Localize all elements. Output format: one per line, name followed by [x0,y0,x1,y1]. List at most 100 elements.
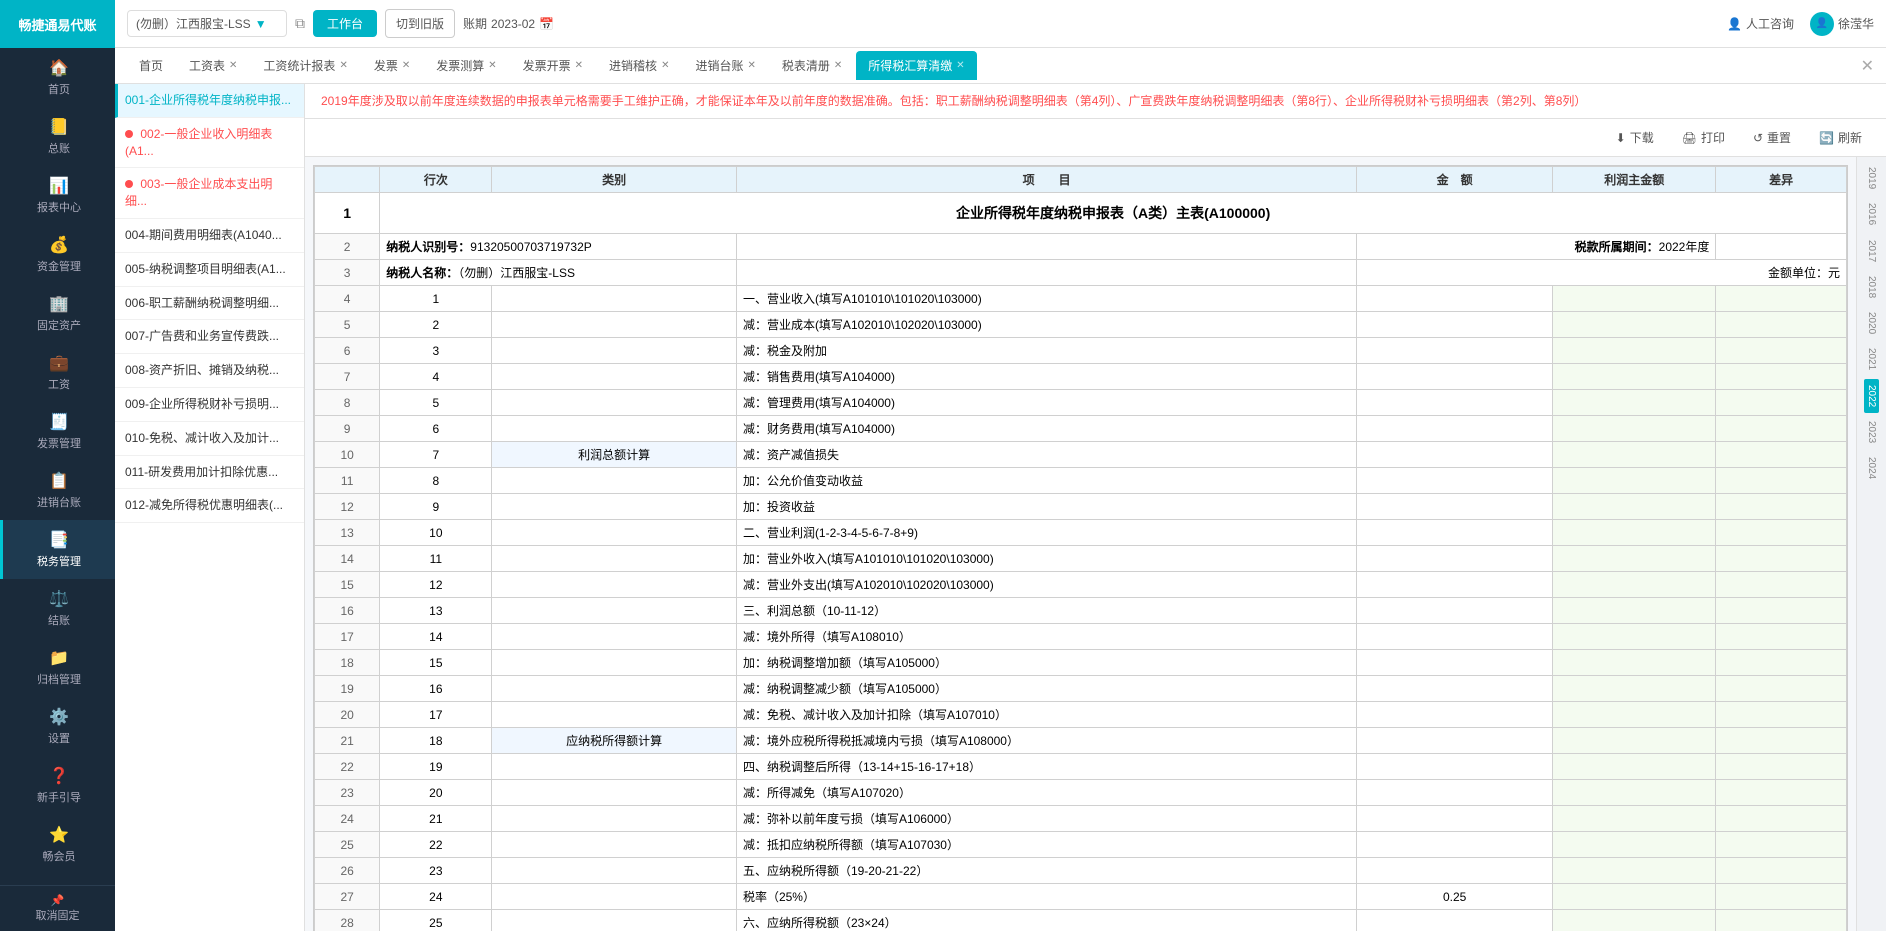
diff-cell[interactable] [1716,728,1847,754]
left-item-005[interactable]: 005-纳税调整项目明细表(A1... [115,253,304,287]
left-item-006[interactable]: 006-职工薪酬纳税调整明细... [115,287,304,321]
refresh-button[interactable]: 🔄 刷新 [1811,125,1870,150]
profit-cell[interactable] [1553,416,1716,442]
reset-button[interactable]: ↺ 重置 [1745,125,1799,150]
diff-cell[interactable] [1716,338,1847,364]
tab-close-all[interactable]: ✕ [1861,56,1874,76]
tab-payroll-stats-close[interactable]: ✕ [339,60,347,71]
diff-cell[interactable] [1716,468,1847,494]
year-2021[interactable]: 2021 [1864,342,1879,376]
diff-cell[interactable] [1716,858,1847,884]
diff-cell[interactable] [1716,390,1847,416]
diff-cell[interactable] [1716,806,1847,832]
year-2020[interactable]: 2020 [1864,306,1879,340]
diff-cell[interactable] [1716,832,1847,858]
diff-cell[interactable] [1716,754,1847,780]
tab-purchase-check[interactable]: 进销稽核 ✕ [597,51,681,80]
tab-payroll-close[interactable]: ✕ [229,60,237,71]
left-item-004[interactable]: 004-期间费用明细表(A1040... [115,219,304,253]
amount-cell[interactable]: 0.25 [1357,884,1553,910]
year-2023[interactable]: 2023 [1864,415,1879,449]
pin-button[interactable]: 📌 取消固定 [0,885,115,931]
left-item-002[interactable]: 002-一般企业收入明细表(A1... [115,118,304,169]
diff-cell[interactable] [1716,624,1847,650]
tab-home[interactable]: 首页 [127,51,175,80]
left-item-009[interactable]: 009-企业所得税财补亏损明... [115,388,304,422]
sidebar-item-archive[interactable]: 📁 归档管理 [0,638,115,697]
profit-cell[interactable] [1553,650,1716,676]
amount-cell[interactable] [1357,728,1553,754]
profit-cell[interactable] [1553,338,1716,364]
ai-consult-button[interactable]: 👤 人工咨询 [1727,15,1794,32]
item-cell[interactable]: 税率（25%） [736,884,1356,910]
year-2019[interactable]: 2019 [1864,161,1879,195]
sidebar-item-ledger[interactable]: 📒 总账 [0,107,115,166]
tab-purchase-check-close[interactable]: ✕ [661,60,669,71]
amount-cell[interactable] [1357,520,1553,546]
profit-cell[interactable] [1553,546,1716,572]
year-2022[interactable]: 2022 [1864,379,1879,413]
profit-cell[interactable] [1553,858,1716,884]
diff-cell[interactable] [1716,598,1847,624]
user-profile[interactable]: 👤 徐滢华 [1810,12,1874,36]
sidebar-item-invoices[interactable]: 🧾 发票管理 [0,402,115,461]
amount-cell[interactable] [1357,390,1553,416]
diff-cell[interactable] [1716,780,1847,806]
item-cell[interactable]: 减：境外所得（填写A108010） [736,624,1356,650]
tab-purchase-ledger-close[interactable]: ✕ [747,60,755,71]
year-2024[interactable]: 2024 [1864,451,1879,485]
amount-cell[interactable] [1357,286,1553,312]
tab-invoice-open[interactable]: 发票开票 ✕ [511,51,595,80]
sidebar-item-payroll[interactable]: 💼 工资 [0,343,115,402]
diff-cell[interactable] [1716,546,1847,572]
amount-cell[interactable] [1357,494,1553,520]
amount-cell[interactable] [1357,650,1553,676]
tab-tax-list-close[interactable]: ✕ [834,60,842,71]
profit-cell[interactable] [1553,702,1716,728]
tab-invoice-open-close[interactable]: ✕ [575,60,583,71]
tab-invoice-close[interactable]: ✕ [402,60,410,71]
profit-cell[interactable] [1553,780,1716,806]
left-item-001[interactable]: 001-企业所得税年度纳税申报... [115,84,304,118]
diff-cell[interactable] [1716,520,1847,546]
amount-cell[interactable] [1357,598,1553,624]
amount-cell[interactable] [1357,702,1553,728]
sidebar-item-home[interactable]: 🏠 首页 [0,48,115,107]
item-cell[interactable]: 四、纳税调整后所得（13-14+15-16-17+18） [736,754,1356,780]
profit-cell[interactable] [1553,598,1716,624]
profit-cell[interactable] [1553,832,1716,858]
item-cell[interactable]: 减：免税、减计收入及加计扣除（填写A107010） [736,702,1356,728]
sidebar-item-guide[interactable]: ❓ 新手引导 [0,756,115,815]
item-cell[interactable]: 加：纳税调整增加额（填写A105000） [736,650,1356,676]
item-cell[interactable]: 加：营业外收入(填写A101010\101020\103000) [736,546,1356,572]
item-cell[interactable]: 减：财务费用(填写A104000) [736,416,1356,442]
item-cell[interactable]: 减：销售费用(填写A104000) [736,364,1356,390]
amount-cell[interactable] [1357,442,1553,468]
diff-cell[interactable] [1716,442,1847,468]
amount-cell[interactable] [1357,832,1553,858]
diff-cell[interactable] [1716,312,1847,338]
sidebar-item-member[interactable]: ⭐ 畅会员 [0,815,115,874]
year-2016[interactable]: 2016 [1864,197,1879,231]
amount-cell[interactable] [1357,754,1553,780]
item-cell[interactable]: 减：管理费用(填写A104000) [736,390,1356,416]
amount-cell[interactable] [1357,806,1553,832]
amount-cell[interactable] [1357,624,1553,650]
tab-payroll-stats[interactable]: 工资统计报表 ✕ [251,51,359,80]
sidebar-item-settle[interactable]: ⚖️ 结账 [0,579,115,638]
profit-cell[interactable] [1553,676,1716,702]
workbench-button[interactable]: 工作台 [313,10,377,37]
item-cell[interactable]: 二、营业利润(1-2-3-4-5-6-7-8+9) [736,520,1356,546]
profit-cell[interactable] [1553,910,1716,931]
tab-tax-list[interactable]: 税表清册 ✕ [770,51,854,80]
profit-cell[interactable] [1553,494,1716,520]
item-cell[interactable]: 减：抵扣应纳税所得额（填写A107030） [736,832,1356,858]
amount-cell[interactable] [1357,572,1553,598]
tab-income-tax[interactable]: 所得税汇算清缴 ✕ [856,51,976,80]
left-item-010[interactable]: 010-免税、减计收入及加计... [115,422,304,456]
profit-cell[interactable] [1553,312,1716,338]
profit-cell[interactable] [1553,624,1716,650]
year-2018[interactable]: 2018 [1864,270,1879,304]
period-selector[interactable]: 账期 2023-02 📅 [463,15,554,32]
left-item-011[interactable]: 011-研发费用加计扣除优惠... [115,456,304,490]
